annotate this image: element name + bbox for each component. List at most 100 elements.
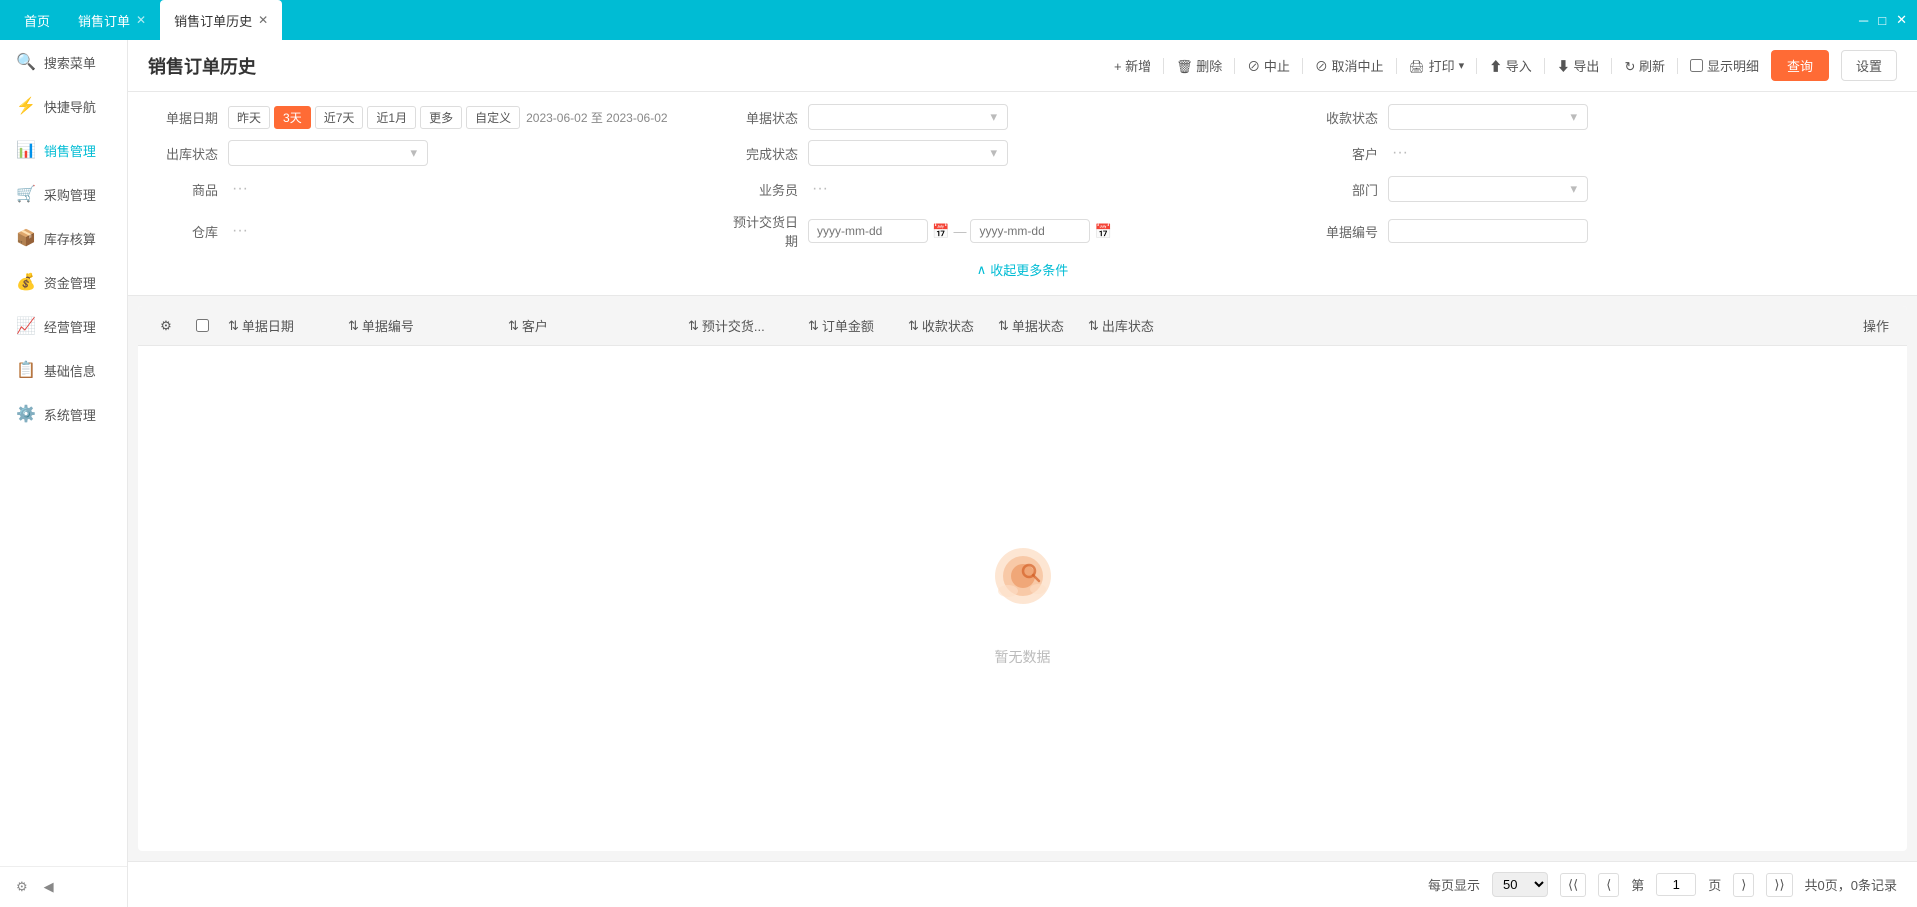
print-dropdown-icon[interactable]: ▾	[1459, 59, 1465, 72]
bill-no-label: 单据编号	[1308, 222, 1388, 241]
th-payment-status[interactable]: ⇅ 收款状态	[900, 316, 990, 335]
page-next-button[interactable]: ⟩	[1733, 873, 1754, 897]
th-checkbox[interactable]	[184, 319, 220, 332]
show-details-label: 显示明细	[1707, 56, 1759, 75]
sidebar-item-purchase[interactable]: 🛒 采购管理	[0, 172, 127, 216]
bill-status-select[interactable]: ▾	[808, 104, 1008, 130]
warehouse-control: ···	[228, 222, 708, 240]
th-bill-date-sort: ⇅	[228, 318, 239, 334]
tab-sales-order-label: 销售订单	[78, 11, 130, 30]
import-button[interactable]: ⬆ 导入	[1489, 56, 1532, 75]
new-button[interactable]: + 新增	[1114, 56, 1151, 75]
th-bill-status[interactable]: ⇅ 单据状态	[990, 316, 1080, 335]
date-btn-more[interactable]: 更多	[420, 106, 462, 129]
bill-no-input[interactable]	[1388, 219, 1588, 243]
delivery-date-from[interactable]	[808, 219, 928, 243]
sidebar-item-finance-label: 资金管理	[44, 273, 96, 292]
per-page-select[interactable]: 10 20 50 100	[1492, 872, 1548, 897]
table-footer: 每页显示 10 20 50 100 ⟨⟨ ⟨ 第 页 ⟩ ⟩⟩ 共0页，0条记录	[128, 861, 1917, 907]
stop-button[interactable]: ⊘ 中止	[1247, 56, 1290, 75]
sidebar-item-quick-nav[interactable]: ⚡ 快捷导航	[0, 84, 127, 128]
show-details-checkbox[interactable]: 显示明细	[1690, 56, 1759, 75]
sidebar-item-system[interactable]: ⚙️ 系统管理	[0, 392, 127, 436]
payment-status-select[interactable]: ▾	[1388, 104, 1588, 130]
cancel-stop-button[interactable]: ⊘ 取消中止	[1315, 56, 1384, 75]
refresh-button[interactable]: ↻ 刷新	[1624, 56, 1665, 75]
stock-icon: 📦	[16, 228, 36, 248]
sidebar-collapse-icon[interactable]: ◀	[44, 879, 54, 895]
show-details-input[interactable]	[1690, 59, 1703, 72]
sidebar-item-finance[interactable]: 💰 资金管理	[0, 260, 127, 304]
divider2	[1234, 58, 1235, 74]
product-dots[interactable]: ···	[232, 180, 248, 198]
date-btn-today[interactable]: 昨天	[228, 106, 270, 129]
salesperson-dots[interactable]: ···	[812, 180, 828, 198]
th-delivery[interactable]: ⇅ 预计交货...	[680, 316, 800, 335]
th-settings[interactable]: ⚙	[148, 318, 184, 334]
per-page-label: 每页显示	[1428, 875, 1480, 894]
sidebar-item-ops[interactable]: 📈 经营管理	[0, 304, 127, 348]
payment-status-control: ▾	[1388, 104, 1868, 130]
date-btn-7days[interactable]: 近7天	[315, 106, 364, 129]
th-customer-label: 客户	[522, 316, 548, 335]
search-icon: 🔍	[16, 52, 36, 72]
window-maximize[interactable]: □	[1878, 13, 1886, 28]
delete-button[interactable]: 🗑 删除	[1176, 56, 1222, 75]
sidebar-item-sales[interactable]: 📊 销售管理	[0, 128, 127, 172]
department-select[interactable]: ▾	[1388, 176, 1588, 202]
warehouse-dots[interactable]: ···	[232, 222, 248, 240]
select-all-checkbox[interactable]	[196, 319, 209, 332]
tab-sales-order-close[interactable]: ✕	[136, 13, 146, 27]
purchase-icon: 🛒	[16, 184, 36, 204]
date-quick-group: 昨天 3天 近7天 近1月 更多 自定义 2023-06-02 至 2023-0…	[228, 106, 708, 129]
page-last-button[interactable]: ⟩⟩	[1766, 873, 1792, 897]
out-stock-select[interactable]: ▾	[228, 140, 428, 166]
date-separator: —	[953, 224, 966, 239]
window-close[interactable]: ✕	[1896, 12, 1907, 28]
sidebar-settings-icon[interactable]: ⚙	[16, 879, 28, 895]
delivery-date-to[interactable]	[970, 219, 1090, 243]
date-btn-3days[interactable]: 3天	[274, 106, 311, 129]
complete-status-label: 完成状态	[728, 144, 808, 163]
collapse-button[interactable]: ∧ 收起更多条件	[977, 260, 1069, 279]
print-button[interactable]: 🖨 打印 ▾	[1409, 56, 1465, 75]
th-out-stock-label: 出库状态	[1102, 316, 1154, 335]
query-button[interactable]: 查询	[1771, 50, 1829, 81]
tab-home[interactable]: 首页	[10, 0, 64, 40]
sidebar-item-search[interactable]: 🔍 搜索菜单	[0, 40, 127, 84]
settings-button[interactable]: 设置	[1841, 50, 1897, 81]
sidebar-item-search-label: 搜索菜单	[44, 53, 96, 72]
window-controls: ─ □ ✕	[1859, 12, 1907, 28]
date-btn-custom[interactable]: 自定义	[466, 106, 520, 129]
calendar-from-icon[interactable]: 📅	[932, 223, 949, 240]
th-customer[interactable]: ⇅ 客户	[500, 316, 680, 335]
tab-sales-history-close[interactable]: ✕	[258, 13, 268, 27]
page-number-input[interactable]	[1656, 873, 1696, 896]
complete-status-select[interactable]: ▾	[808, 140, 1008, 166]
th-bill-no[interactable]: ⇅ 单据编号	[340, 316, 500, 335]
customer-dots[interactable]: ···	[1392, 144, 1408, 162]
empty-text: 暂无数据	[995, 647, 1051, 667]
ops-icon: 📈	[16, 316, 36, 336]
page-suffix: 页	[1708, 875, 1721, 894]
calendar-to-icon[interactable]: 📅	[1094, 223, 1111, 240]
th-payment-label: 收款状态	[922, 316, 974, 335]
sidebar-item-sales-label: 销售管理	[44, 141, 96, 160]
th-out-stock[interactable]: ⇅ 出库状态	[1080, 316, 1170, 335]
date-btn-1month[interactable]: 近1月	[367, 106, 416, 129]
export-button[interactable]: ⬇ 导出	[1557, 56, 1600, 75]
sidebar-item-stock[interactable]: 📦 库存核算	[0, 216, 127, 260]
sidebar-item-basic[interactable]: 📋 基础信息	[0, 348, 127, 392]
tab-sales-history[interactable]: 销售订单历史 ✕	[160, 0, 282, 40]
th-amount[interactable]: ⇅ 订单金额	[800, 316, 900, 335]
th-bill-date[interactable]: ⇅ 单据日期	[220, 316, 340, 335]
th-delivery-sort: ⇅	[688, 318, 699, 334]
page-first-button[interactable]: ⟨⟨	[1560, 873, 1586, 897]
th-delivery-label: 预计交货...	[702, 316, 765, 335]
delivery-date-control: 📅 — 📅	[808, 219, 1288, 243]
tab-sales-order[interactable]: 销售订单 ✕	[64, 0, 160, 40]
page-prev-button[interactable]: ⟨	[1598, 873, 1619, 897]
salesperson-label: 业务员	[728, 180, 808, 199]
date-quick-buttons: 昨天 3天 近7天 近1月 更多 自定义	[228, 106, 520, 129]
window-minimize[interactable]: ─	[1859, 13, 1868, 28]
